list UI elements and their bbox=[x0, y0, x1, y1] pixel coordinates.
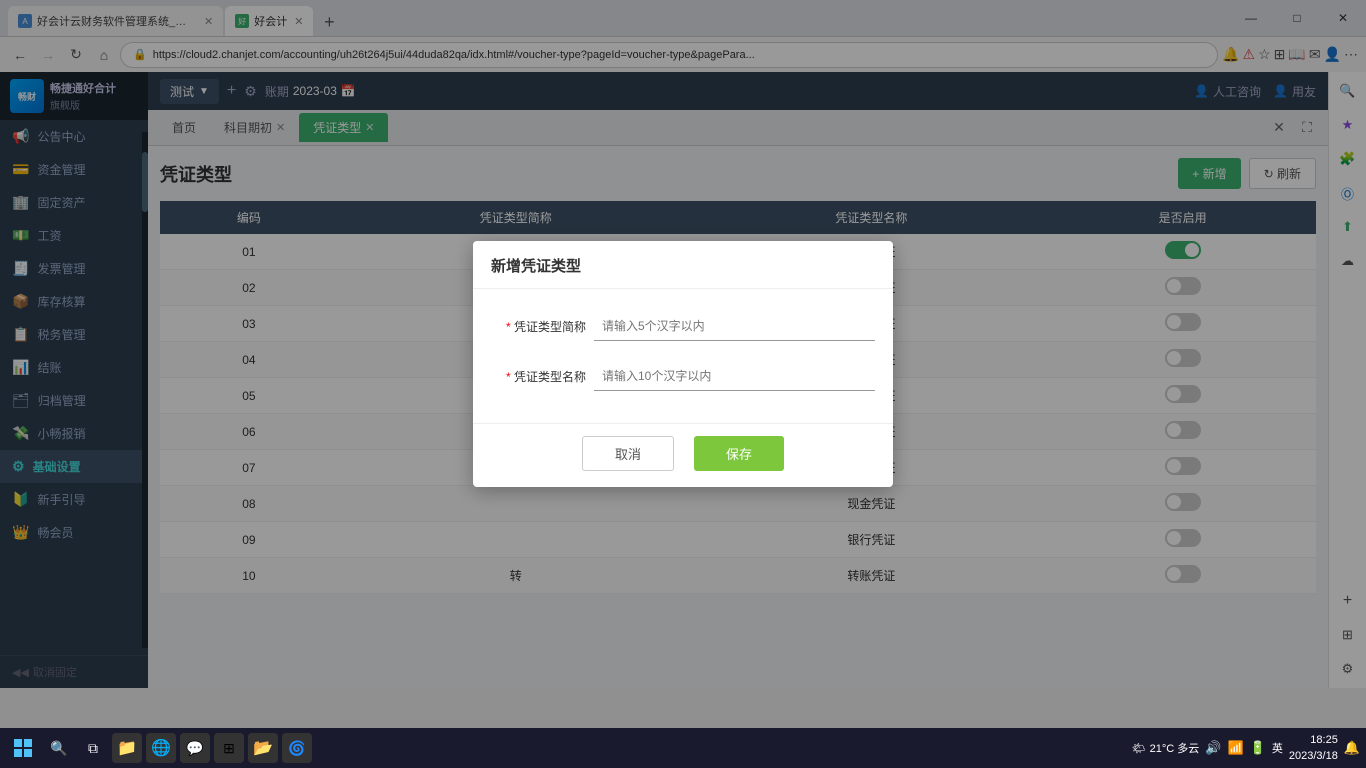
full-name-label: * 凭证类型名称 bbox=[491, 368, 586, 385]
save-button[interactable]: 保存 bbox=[694, 436, 784, 471]
modal-overlay: 新增凭证类型 * 凭证类型简称 * 凭证类型名称 取消 保存 bbox=[0, 0, 1366, 728]
cancel-button[interactable]: 取消 bbox=[582, 436, 674, 471]
modal-header: 新增凭证类型 bbox=[473, 241, 893, 289]
taskbar-chrome-button[interactable]: 🌐 bbox=[146, 733, 176, 763]
taskbar-app4-button[interactable]: ⊞ bbox=[214, 733, 244, 763]
taskbar-battery-icon[interactable]: 🔋 bbox=[1250, 740, 1266, 756]
taskbar-datetime[interactable]: 18:25 2023/3/18 bbox=[1289, 732, 1338, 765]
taskbar-explorer-button[interactable]: 📁 bbox=[112, 733, 142, 763]
taskbar-multitask-button[interactable]: ⧉ bbox=[78, 733, 108, 763]
short-name-row: * 凭证类型简称 bbox=[491, 311, 875, 341]
taskbar-wechat-button[interactable]: 💬 bbox=[180, 733, 210, 763]
short-name-label: * 凭证类型简称 bbox=[491, 318, 586, 335]
taskbar-weather: 🌤 21°C 多云 bbox=[1132, 740, 1200, 756]
taskbar-edge-button[interactable]: 🌀 bbox=[282, 733, 312, 763]
taskbar-network-icon[interactable]: 🔊 bbox=[1205, 740, 1221, 756]
short-name-input[interactable] bbox=[594, 311, 875, 341]
taskbar-volume-icon[interactable]: 📶 bbox=[1228, 740, 1244, 756]
full-name-input[interactable] bbox=[594, 361, 875, 391]
taskbar-search-button[interactable]: 🔍 bbox=[44, 733, 74, 763]
weather-icon: 🌤 bbox=[1132, 742, 1146, 755]
taskbar-right-area: 🌤 21°C 多云 🔊 📶 🔋 英 18:25 2023/3/18 🔔 bbox=[1132, 732, 1360, 765]
taskbar-folder-button[interactable]: 📂 bbox=[248, 733, 278, 763]
taskbar-lang-button[interactable]: 英 bbox=[1272, 740, 1283, 756]
full-name-row: * 凭证类型名称 bbox=[491, 361, 875, 391]
modal-footer: 取消 保存 bbox=[473, 423, 893, 487]
modal-dialog: 新增凭证类型 * 凭证类型简称 * 凭证类型名称 取消 保存 bbox=[473, 241, 893, 487]
start-button[interactable] bbox=[6, 731, 40, 765]
modal-body: * 凭证类型简称 * 凭证类型名称 bbox=[473, 289, 893, 423]
taskbar: 🔍 ⧉ 📁 🌐 💬 ⊞ 📂 🌀 🌤 21°C 多云 🔊 📶 🔋 英 18:25 … bbox=[0, 728, 1366, 768]
taskbar-notification-button[interactable]: 🔔 bbox=[1344, 740, 1360, 756]
